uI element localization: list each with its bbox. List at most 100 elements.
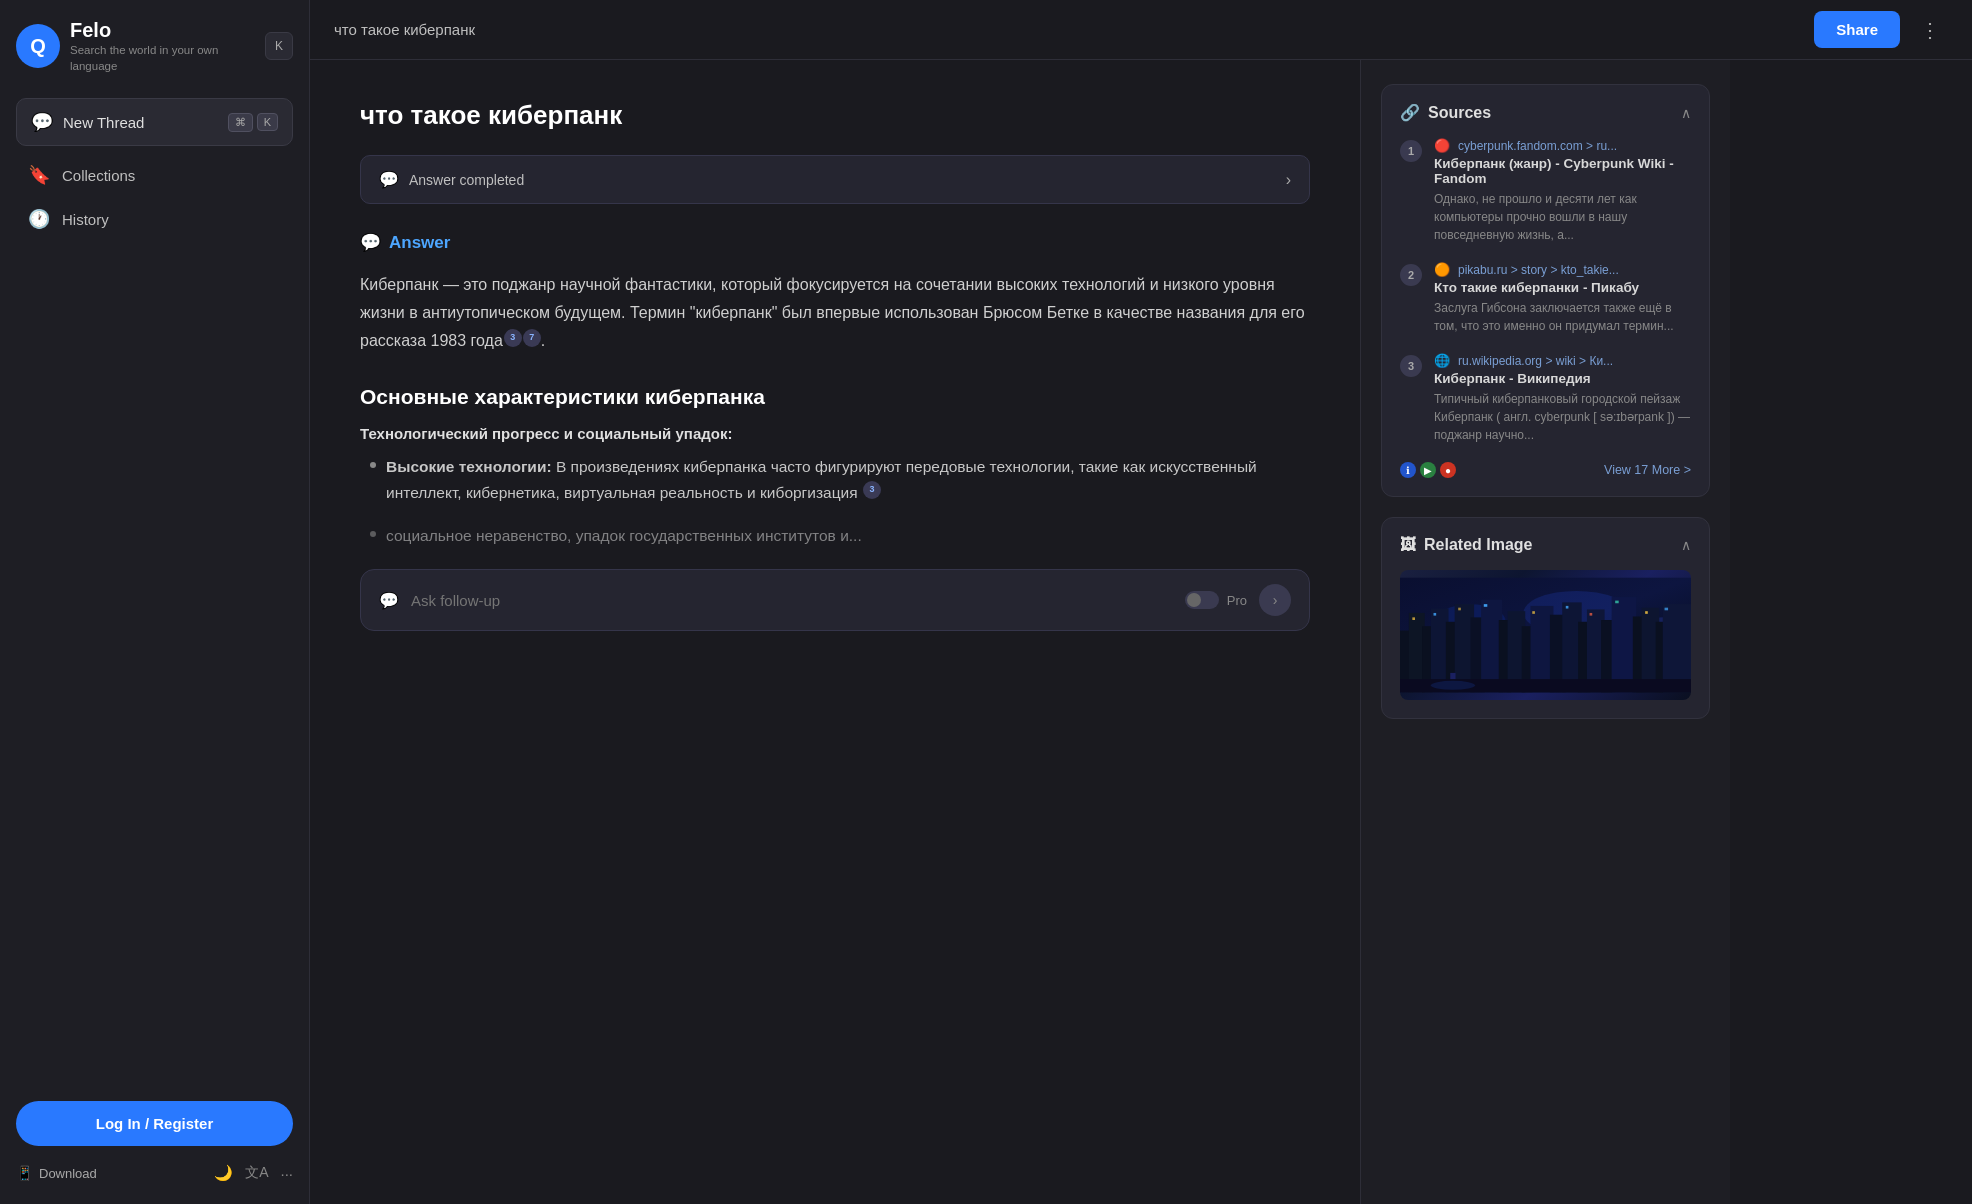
sources-chevron[interactable]: ∧ — [1681, 105, 1691, 121]
history-label: History — [62, 211, 109, 228]
article-area: что такое киберпанк 💬 Answer completed ›… — [310, 60, 1360, 1204]
citation-7[interactable]: 7 — [523, 329, 541, 347]
source-number-3: 3 — [1400, 355, 1422, 377]
pro-toggle: Pro — [1185, 591, 1247, 609]
section-heading: Основные характеристики киберпанка — [360, 385, 1310, 409]
source-details-2: 🟠 pikabu.ru > story > kto_takie... Кто т… — [1434, 262, 1691, 335]
subsection-heading: Технологический прогресс и социальный уп… — [360, 425, 1310, 442]
answer-icon: 💬 — [360, 232, 381, 253]
related-image-preview — [1400, 570, 1691, 700]
svg-rect-26 — [1412, 617, 1415, 620]
svg-rect-29 — [1484, 604, 1488, 607]
login-label: Log In / Register — [96, 1115, 214, 1132]
logo-subtitle: Search the world in your own language — [70, 42, 255, 74]
top-bar: что такое киберпанк Share ⋮ — [310, 0, 1972, 60]
source-title-3[interactable]: Киберпанк - Википедия — [1434, 371, 1691, 386]
related-image-panel: 🖼 Related Image ∧ — [1381, 517, 1710, 719]
collapse-label: K — [275, 39, 283, 53]
sidebar-item-history[interactable]: 🕐 History — [16, 198, 293, 240]
expand-icon: › — [1286, 171, 1291, 189]
svg-rect-34 — [1645, 611, 1648, 614]
svg-rect-21 — [1612, 597, 1637, 692]
new-thread-icon: 💬 — [31, 111, 53, 133]
source-num-2: 2 — [1408, 269, 1414, 281]
source-snippet-1: Однако, не прошло и десяти лет как компь… — [1434, 190, 1691, 244]
more-options-icon[interactable]: ··· — [280, 1165, 293, 1182]
view-more-sources: ℹ ▶ ● View 17 More > — [1400, 462, 1691, 478]
sidebar-footer: 📱 Download 🌙 文A ··· — [16, 1160, 293, 1186]
collapse-button[interactable]: K — [265, 32, 293, 60]
sidebar-logo: Q Felo Search the world in your own lang… — [16, 18, 293, 74]
source-domain-text-3: ru.wikipedia.org > wiki > Ки... — [1458, 354, 1613, 368]
svg-point-39 — [1431, 681, 1475, 690]
svg-rect-30 — [1532, 611, 1535, 614]
logo-icon: Q — [16, 24, 60, 68]
answer-completed-label: Answer completed — [409, 172, 524, 188]
download-button[interactable]: 📱 Download — [16, 1165, 204, 1181]
follow-up-bar: 💬 Pro › — [360, 569, 1310, 631]
more-menu-button[interactable]: ⋮ — [1912, 14, 1948, 46]
share-button[interactable]: Share — [1814, 11, 1900, 48]
source-domain-1: 🔴 cyberpunk.fandom.com > ru... — [1434, 138, 1691, 153]
answer-completed-bar[interactable]: 💬 Answer completed › — [360, 155, 1310, 204]
download-icon: 📱 — [16, 1165, 33, 1181]
related-image-title: 🖼 Related Image — [1400, 536, 1532, 554]
view-more-favicons: ℹ ▶ ● — [1400, 462, 1456, 478]
list-item: Высокие технологии: В произведениях кибе… — [370, 454, 1310, 507]
svg-rect-31 — [1566, 606, 1569, 609]
view-more-link[interactable]: View 17 More > — [1604, 463, 1691, 477]
source-snippet-2: Заслуга Гибсона заключается также ещё в … — [1434, 299, 1691, 335]
new-thread-label: New Thread — [63, 114, 218, 131]
body-paragraph: Киберпанк — это поджанр научной фантасти… — [360, 276, 1305, 349]
pro-label: Pro — [1227, 593, 1247, 608]
sources-title: 🔗 Sources — [1400, 103, 1491, 122]
source-num-1: 1 — [1408, 145, 1414, 157]
source-details-1: 🔴 cyberpunk.fandom.com > ru... Киберпанк… — [1434, 138, 1691, 244]
collections-icon: 🔖 — [28, 164, 50, 186]
kbd-cmd: ⌘ — [228, 113, 253, 132]
answer-completed-left: 💬 Answer completed — [379, 170, 524, 189]
source-item-1: 1 🔴 cyberpunk.fandom.com > ru... Киберпа… — [1400, 138, 1691, 244]
main-content: что такое киберпанк Share ⋮ что такое ки… — [310, 0, 1972, 1204]
list-item-bold: Высокие технологии: — [386, 458, 552, 475]
svg-rect-28 — [1458, 608, 1461, 611]
logo-text-block: Felo Search the world in your own langua… — [70, 18, 255, 74]
follow-up-input[interactable] — [411, 592, 1173, 609]
sidebar: Q Felo Search the world in your own lang… — [0, 0, 310, 1204]
logo-title: Felo — [70, 18, 255, 42]
bullet-dot-2 — [370, 531, 376, 537]
svg-rect-33 — [1615, 601, 1619, 604]
answer-label: Answer — [389, 233, 450, 253]
download-label: Download — [39, 1166, 97, 1181]
source-title-2[interactable]: Кто такие киберпанки - Пикабу — [1434, 280, 1691, 295]
source-domain-2: 🟠 pikabu.ru > story > kto_takie... — [1434, 262, 1691, 277]
sources-label: Sources — [1428, 104, 1491, 122]
list-item-text-2: социальное неравенство, упадок государст… — [386, 523, 862, 549]
source-title-1[interactable]: Киберпанк (жанр) - Cyberpunk Wiki - Fand… — [1434, 156, 1691, 186]
source-item-2: 2 🟠 pikabu.ru > story > kto_takie... Кто… — [1400, 262, 1691, 335]
sources-panel: 🔗 Sources ∧ 1 🔴 cyberpunk.fandom.com > r… — [1381, 84, 1710, 497]
related-image-chevron[interactable]: ∧ — [1681, 537, 1691, 553]
source-num-3: 3 — [1408, 360, 1414, 372]
logo-letter: Q — [30, 35, 46, 58]
source-number-1: 1 — [1400, 140, 1422, 162]
login-register-button[interactable]: Log In / Register — [16, 1101, 293, 1146]
new-thread-button[interactable]: 💬 New Thread ⌘ K — [16, 98, 293, 146]
sources-header: 🔗 Sources ∧ — [1400, 103, 1691, 122]
history-icon: 🕐 — [28, 208, 50, 230]
follow-up-icon: 💬 — [379, 591, 399, 610]
dark-mode-icon[interactable]: 🌙 — [214, 1164, 233, 1182]
translate-icon[interactable]: 文A — [245, 1164, 268, 1182]
pro-toggle-track[interactable] — [1185, 591, 1219, 609]
link-icon: 🔗 — [1400, 103, 1420, 122]
list-item-text: Высокие технологии: В произведениях кибе… — [386, 454, 1310, 507]
citation-3[interactable]: 3 — [504, 329, 522, 347]
sidebar-item-collections[interactable]: 🔖 Collections — [16, 154, 293, 196]
source-domain-text-2: pikabu.ru > story > kto_takie... — [1458, 263, 1619, 277]
send-button[interactable]: › — [1259, 584, 1291, 616]
svg-rect-32 — [1590, 613, 1593, 616]
source-snippet-3: Типичный киберпанковый городской пейзаж … — [1434, 390, 1691, 444]
image-icon: 🖼 — [1400, 536, 1416, 554]
source-domain-3: 🌐 ru.wikipedia.org > wiki > Ки... — [1434, 353, 1691, 368]
citation-3b[interactable]: 3 — [863, 481, 881, 499]
